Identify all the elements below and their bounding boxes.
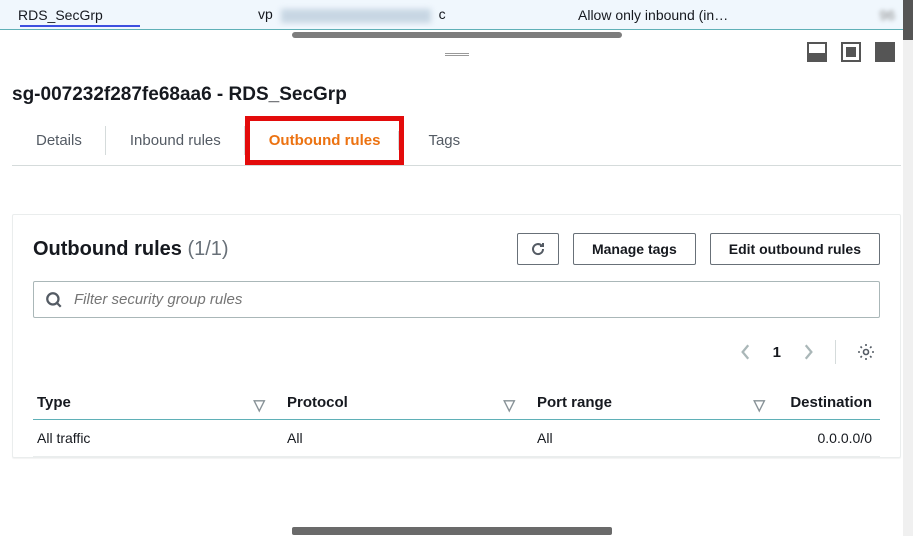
manage-tags-button[interactable]: Manage tags	[573, 233, 696, 265]
sort-icon: ▽	[503, 396, 515, 414]
sort-icon: ▽	[753, 396, 765, 414]
rules-table: Type ▽ Protocol ▽ Port range ▽ Destinati…	[33, 386, 880, 457]
sort-icon: ▽	[253, 396, 265, 414]
vertical-scrollbar-thumb[interactable]	[903, 0, 913, 40]
filter-wrapper	[33, 281, 880, 318]
sg-vpc-suffix: c	[439, 6, 446, 22]
sg-vpc-cell: vp c	[240, 2, 560, 26]
sg-description-cell: Allow only inbound (in…	[560, 3, 823, 27]
horizontal-scrollbar-thumb[interactable]	[292, 32, 622, 38]
cell-type: All traffic	[33, 430, 283, 446]
edit-outbound-rules-button[interactable]: Edit outbound rules	[710, 233, 880, 265]
edit-outbound-rules-label: Edit outbound rules	[729, 241, 861, 257]
tab-inbound-rules-label: Inbound rules	[130, 132, 221, 149]
col-header-type-label: Type	[37, 394, 71, 411]
panel-header: Outbound rules (1/1) Manage tags Edit ou…	[33, 233, 880, 265]
gear-icon	[856, 342, 876, 362]
detail-tabs: Details Inbound rules Outbound rules Tag…	[12, 116, 901, 166]
page-prev-button[interactable]	[739, 343, 753, 361]
chevron-left-icon	[739, 343, 753, 361]
view-mode-full-icon[interactable]	[875, 42, 895, 62]
col-header-type[interactable]: Type ▽	[33, 394, 283, 411]
cell-destination: 0.0.0.0/0	[783, 430, 880, 446]
horizontal-scrollbar-top[interactable]	[0, 30, 913, 40]
sg-name-cell: RDS_SecGrp	[0, 3, 240, 27]
vertical-scrollbar[interactable]	[903, 0, 913, 536]
filter-input[interactable]	[33, 281, 880, 318]
tab-details[interactable]: Details	[12, 116, 106, 165]
col-header-destination[interactable]: Destination	[783, 394, 880, 411]
rules-table-body: All trafficAllAll0.0.0.0/0	[33, 420, 880, 457]
tab-tags[interactable]: Tags	[404, 116, 484, 165]
view-mode-bottom-panel-icon[interactable]	[807, 42, 827, 62]
panel-title-text: Outbound rules	[33, 238, 182, 260]
horizontal-scrollbar-bottom[interactable]	[0, 526, 903, 536]
horizontal-scrollbar-bottom-thumb[interactable]	[292, 527, 612, 535]
page-number: 1	[773, 344, 781, 361]
col-header-protocol[interactable]: Protocol ▽	[283, 394, 533, 411]
panel-splitter[interactable]	[0, 40, 913, 68]
tab-tags-label: Tags	[428, 132, 460, 149]
search-icon	[45, 291, 63, 309]
col-header-destination-label: Destination	[790, 394, 872, 411]
tab-inbound-rules[interactable]: Inbound rules	[106, 116, 245, 165]
redacted-vpc-id	[281, 9, 431, 23]
col-header-port-range[interactable]: Port range ▽	[533, 394, 783, 411]
table-settings-button[interactable]	[856, 342, 876, 362]
sg-trailing: 96	[879, 7, 895, 23]
sg-trailing-cell: 96	[823, 3, 913, 27]
tab-details-label: Details	[36, 132, 82, 149]
cell-protocol: All	[283, 430, 533, 446]
sg-name: RDS_SecGrp	[18, 7, 103, 23]
refresh-button[interactable]	[517, 233, 559, 265]
splitter-grip-icon	[445, 53, 469, 56]
panel-actions: Manage tags Edit outbound rules	[517, 233, 880, 265]
sg-description: Allow only inbound (in…	[578, 7, 728, 23]
pagination-divider	[835, 340, 836, 364]
cell-port-range: All	[533, 430, 783, 446]
col-header-protocol-label: Protocol	[287, 394, 348, 411]
pagination: 1	[33, 340, 880, 364]
panel-title-count: (1/1)	[187, 238, 228, 260]
refresh-icon	[530, 241, 546, 257]
tab-outbound-rules-label: Outbound rules	[269, 132, 381, 149]
rules-table-header: Type ▽ Protocol ▽ Port range ▽ Destinati…	[33, 386, 880, 420]
chevron-right-icon	[801, 343, 815, 361]
page-next-button[interactable]	[801, 343, 815, 361]
col-header-port-range-label: Port range	[537, 394, 612, 411]
outbound-rules-panel: Outbound rules (1/1) Manage tags Edit ou…	[12, 214, 901, 458]
table-row[interactable]: All trafficAllAll0.0.0.0/0	[33, 420, 880, 457]
panel-title: Outbound rules (1/1)	[33, 238, 229, 261]
manage-tags-label: Manage tags	[592, 241, 677, 257]
view-mode-split-icon[interactable]	[841, 42, 861, 62]
selected-sg-row[interactable]: RDS_SecGrp vp c Allow only inbound (in… …	[0, 0, 913, 30]
sg-vpc-prefix: vp	[258, 6, 273, 22]
tab-outbound-rules[interactable]: Outbound rules	[245, 116, 405, 165]
page-title: sg-007232f287fe68aa6 - RDS_SecGrp	[0, 68, 913, 116]
